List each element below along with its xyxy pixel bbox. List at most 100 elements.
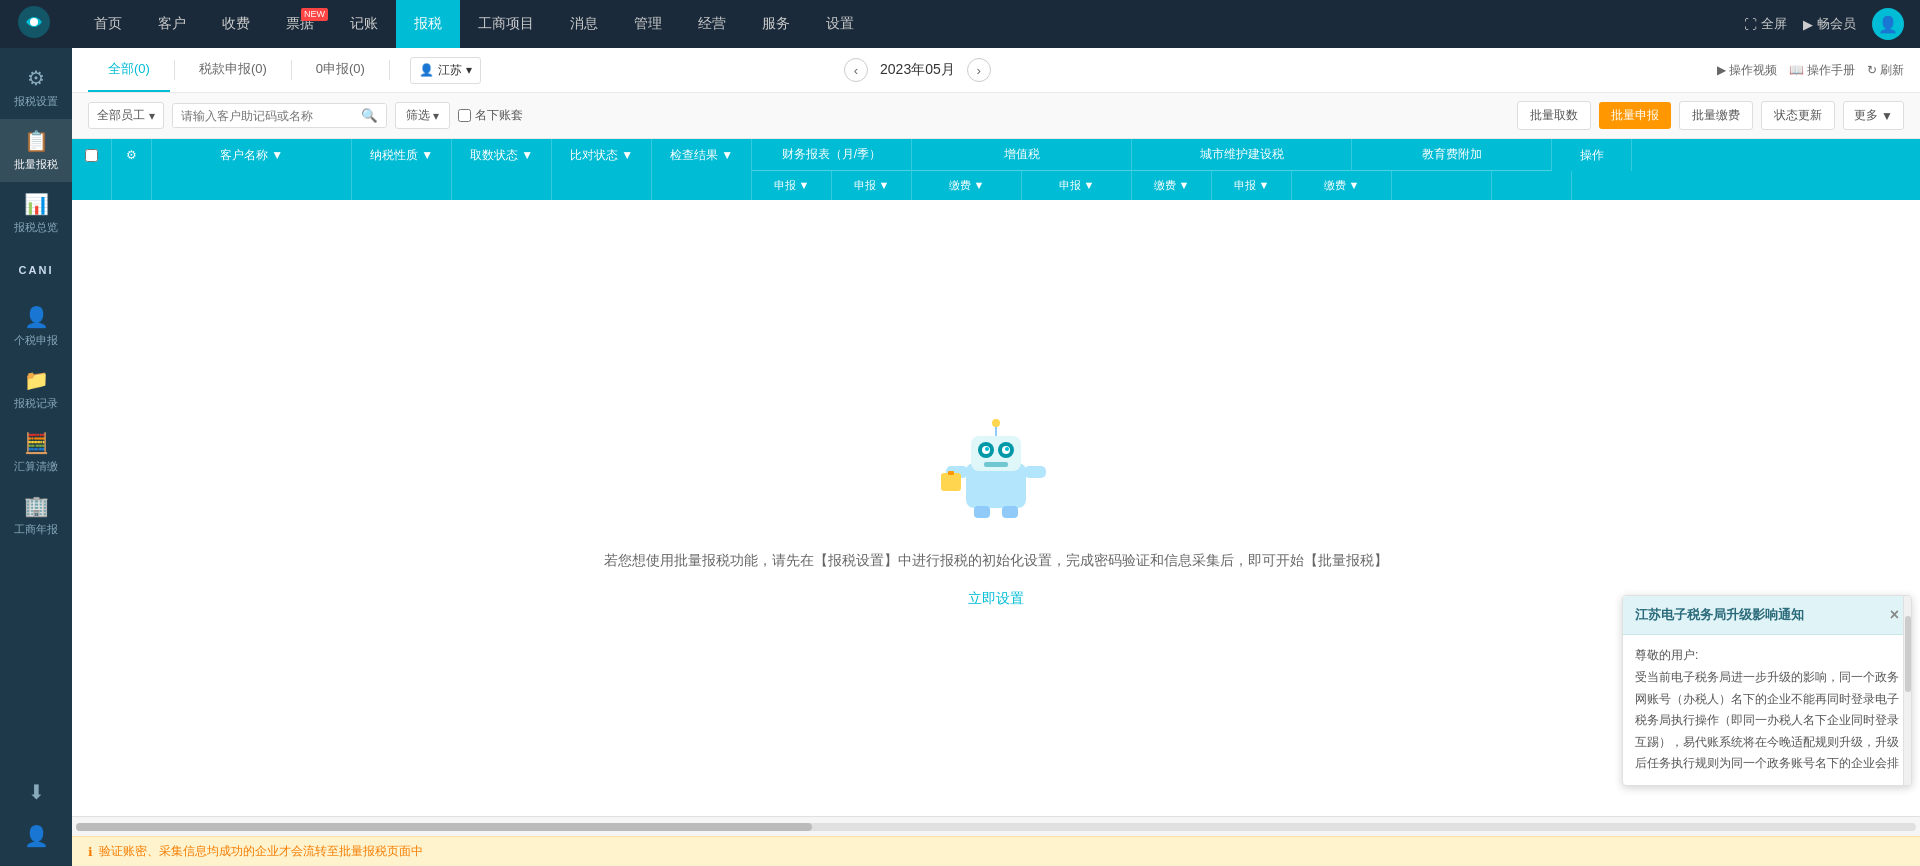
th-fetch-status[interactable]: 取数状态 ▼ [452, 139, 552, 171]
notification-scroll-thumb [1905, 616, 1911, 691]
search-button[interactable]: 🔍 [353, 104, 386, 127]
more-chevron-icon: ▼ [1881, 109, 1893, 123]
vip-button[interactable]: ▶ 畅会员 [1803, 15, 1856, 33]
avatar[interactable]: 👤 [1872, 8, 1904, 40]
sidebar-item-tax-record[interactable]: 📁 报税记录 [0, 358, 72, 421]
fullscreen-button[interactable]: ⛶ 全屏 [1744, 15, 1787, 33]
batch-pay-button[interactable]: 批量缴费 [1679, 101, 1753, 130]
sidebar-item-settlement[interactable]: 🧮 汇算清缴 [0, 421, 72, 484]
bottom-info-bar: ℹ 验证账密、采集信息均成功的企业才会流转至批量报税页面中 [72, 836, 1920, 866]
sidebar-item-taxsettings[interactable]: ⚙ 报税设置 [0, 56, 72, 119]
filter-bar: 全部员工 ▾ 🔍 筛选 ▾ 名下账套 批量取数 批量申报 批量缴费 状态更新 [72, 93, 1920, 139]
th2-city-declare[interactable]: 申报 ▼ [1022, 171, 1132, 200]
tab-all[interactable]: 全部(0) [88, 48, 170, 92]
nav-bookkeeping[interactable]: 记账 [332, 0, 396, 48]
select-all-checkbox[interactable] [85, 149, 98, 162]
th-vat: 增值税 [912, 139, 1132, 171]
horizontal-scrollbar[interactable] [72, 816, 1920, 836]
nav-management[interactable]: 管理 [616, 0, 680, 48]
tab-separator-1 [174, 60, 175, 80]
sidebar-download[interactable]: ⬇ [0, 770, 72, 814]
employee-select[interactable]: 全部员工 ▾ [88, 102, 164, 129]
nav-settings[interactable]: 设置 [808, 0, 872, 48]
th-financial-report: 财务报表（月/季） [752, 139, 912, 171]
th2-empty6 [552, 171, 652, 200]
next-month-button[interactable]: › [967, 58, 991, 82]
th2-edu-pay[interactable]: 缴费 ▼ [1292, 171, 1392, 200]
current-month-text: 2023年05月 [880, 61, 955, 79]
batch-fetch-button[interactable]: 批量取数 [1517, 101, 1591, 130]
svg-point-1 [30, 18, 38, 26]
th2-empty4 [352, 171, 452, 200]
sidebar-item-annual-report[interactable]: 🏢 工商年报 [0, 484, 72, 547]
th-city-construction-tax: 城市维护建设税 [1132, 139, 1352, 171]
right-action-buttons: ▶ 操作视频 📖 操作手册 ↻ 刷新 [1717, 62, 1904, 79]
employee-select-label: 全部员工 [97, 107, 145, 124]
th2-edu-declare[interactable]: 申报 ▼ [1212, 171, 1292, 200]
tab-zero-declare[interactable]: 0申报(0) [296, 48, 385, 92]
video-tutorial-link[interactable]: ▶ 操作视频 [1717, 62, 1777, 79]
sub-account-checkbox[interactable] [458, 109, 471, 122]
th-tax-nature[interactable]: 纳税性质 ▼ [352, 139, 452, 171]
th-check-result[interactable]: 检查结果 ▼ [652, 139, 752, 171]
filter-chevron-icon: ▾ [433, 109, 439, 123]
th2-empty1 [72, 171, 112, 200]
notification-close-button[interactable]: × [1890, 606, 1899, 624]
th-action: 操作 [1552, 139, 1632, 171]
th2-finance-declare[interactable]: 申报 ▼ [752, 171, 832, 200]
svg-rect-18 [1002, 506, 1018, 518]
th-settings: ⚙ [112, 139, 152, 171]
nav-client[interactable]: 客户 [140, 0, 204, 48]
svg-point-8 [985, 447, 989, 451]
svg-rect-15 [941, 473, 961, 491]
sidebar-item-personal-tax[interactable]: 👤 个税申报 [0, 295, 72, 358]
sidebar-user[interactable]: 👤 [0, 814, 72, 858]
left-sidebar: ⚙ 报税设置 📋 批量报税 📊 报税总览 CANI 👤 个税申报 📁 报税记录 … [0, 48, 72, 866]
nav-fee[interactable]: 收费 [204, 0, 268, 48]
batch-declare-button[interactable]: 批量申报 [1599, 102, 1671, 129]
vip-icon: ▶ [1803, 17, 1813, 32]
nav-tax[interactable]: 报税 [396, 0, 460, 48]
filter-button[interactable]: 筛选 ▾ [395, 102, 450, 129]
more-button[interactable]: 更多 ▼ [1843, 101, 1904, 130]
region-selector[interactable]: 👤 江苏 ▾ [410, 57, 481, 84]
bulk-tax-icon: 📋 [24, 129, 49, 153]
th-checkbox[interactable] [72, 139, 112, 171]
chevron-down-icon: ▾ [466, 63, 472, 77]
prev-month-button[interactable]: ‹ [844, 58, 868, 82]
play-icon: ▶ [1717, 63, 1726, 77]
th2-empty5 [452, 171, 552, 200]
sidebar-cani-label: CANI [0, 245, 72, 295]
manual-link[interactable]: 📖 操作手册 [1789, 62, 1855, 79]
scroll-thumb[interactable] [76, 823, 812, 831]
nav-home[interactable]: 首页 [76, 0, 140, 48]
th2-empty2 [112, 171, 152, 200]
setup-link[interactable]: 立即设置 [968, 590, 1024, 608]
th-client-name[interactable]: 客户名称 ▼ [152, 139, 352, 171]
status-update-button[interactable]: 状态更新 [1761, 101, 1835, 130]
sidebar-item-taxoverview[interactable]: 📊 报税总览 [0, 182, 72, 245]
sidebar-item-bulktax[interactable]: 📋 批量报税 [0, 119, 72, 182]
search-input[interactable] [173, 105, 353, 127]
app-logo[interactable] [16, 4, 56, 44]
th2-city-pay[interactable]: 缴费 ▼ [1132, 171, 1212, 200]
nav-business[interactable]: 工商项目 [460, 0, 552, 48]
th2-vat-declare[interactable]: 申报 ▼ [832, 171, 912, 200]
fullscreen-icon: ⛶ [1744, 17, 1757, 32]
nav-message[interactable]: 消息 [552, 0, 616, 48]
refresh-button[interactable]: ↻ 刷新 [1867, 62, 1904, 79]
th-compare-status[interactable]: 比对状态 ▼ [552, 139, 652, 171]
personal-tax-icon: 👤 [24, 305, 49, 329]
notification-scrollbar[interactable] [1903, 596, 1911, 785]
notification-body: 尊敬的用户: 受当前电子税务局进一步升级的影响，同一个政务网账号（办税人）名下的… [1623, 635, 1911, 785]
tab-tax-declare[interactable]: 税款申报(0) [179, 48, 287, 92]
nav-operations[interactable]: 经营 [680, 0, 744, 48]
annual-report-icon: 🏢 [24, 494, 49, 518]
tab-bar: 全部(0) 税款申报(0) 0申报(0) 👤 江苏 ▾ ‹ 2023年05月 ›… [72, 48, 1920, 93]
nav-invoice[interactable]: 票据 NEW [268, 0, 332, 48]
nav-service[interactable]: 服务 [744, 0, 808, 48]
th2-vat-pay[interactable]: 缴费 ▼ [912, 171, 1022, 200]
sub-account-checkbox-label[interactable]: 名下账套 [458, 107, 523, 124]
scroll-track[interactable] [76, 823, 1916, 831]
svg-rect-16 [948, 471, 954, 475]
